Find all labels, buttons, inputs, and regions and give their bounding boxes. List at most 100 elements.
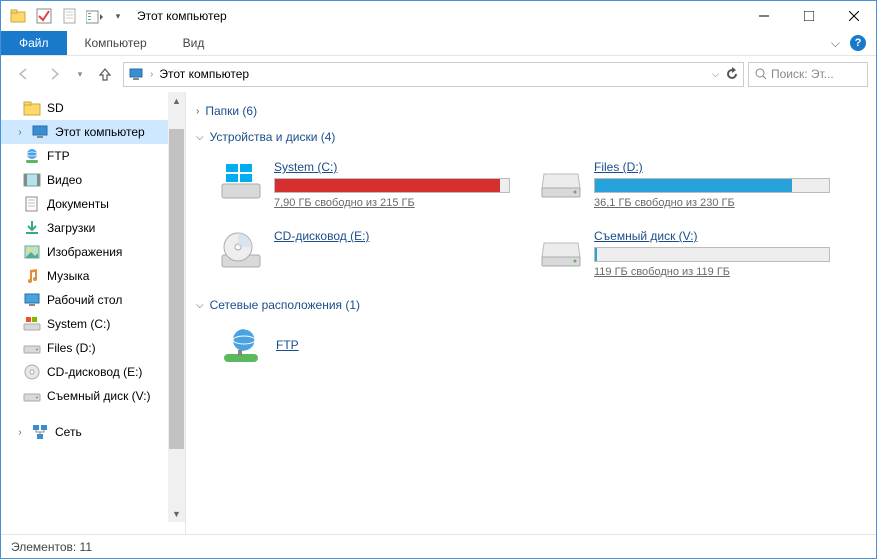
- sidebar-item[interactable]: › Сеть: [1, 420, 185, 444]
- forward-button[interactable]: [41, 60, 69, 88]
- quick-access-toolbar: ▾: [7, 5, 125, 27]
- properties-icon[interactable]: [85, 5, 107, 27]
- content-area: SD›Этот компьютерFTPВидеоДокументыЗагруз…: [1, 92, 876, 534]
- network-item[interactable]: FTP: [220, 324, 866, 366]
- group-header-folders[interactable]: › Папки (6): [196, 98, 866, 124]
- desktop-icon: [23, 291, 41, 309]
- recent-dropdown-icon[interactable]: ▾: [73, 60, 87, 88]
- sidebar-item-label: Files (D:): [47, 341, 96, 355]
- up-button[interactable]: [91, 60, 119, 88]
- folder-icon: [7, 5, 29, 27]
- group-header-drives[interactable]: ⌵ Устройства и диски (4): [196, 124, 866, 150]
- group-label: Папки (6): [205, 104, 257, 118]
- video-icon: [23, 171, 41, 189]
- refresh-icon[interactable]: [725, 67, 739, 81]
- maximize-button[interactable]: [786, 2, 831, 31]
- address-box[interactable]: › Этот компьютер ⌵: [123, 62, 744, 87]
- sidebar-item[interactable]: Files (D:): [1, 336, 185, 360]
- drive-free-text: 119 ГБ свободно из 119 ГБ: [594, 266, 830, 278]
- sidebar-item[interactable]: › Этот компьютер: [1, 120, 185, 144]
- breadcrumb[interactable]: Этот компьютер: [159, 67, 249, 81]
- drive-item[interactable]: CD-дисковод (E:): [220, 229, 510, 278]
- music-icon: [23, 267, 41, 285]
- drive-icon: [23, 387, 41, 405]
- sidebar-item[interactable]: Съемный диск (V:): [1, 384, 185, 408]
- cd-icon: [220, 229, 262, 271]
- downloads-icon: [23, 219, 41, 237]
- sidebar-item[interactable]: CD-дисковод (E:): [1, 360, 185, 384]
- checkbox-icon[interactable]: [33, 5, 55, 27]
- sidebar-item-label: Изображения: [47, 245, 122, 259]
- qat-dropdown-icon[interactable]: ▾: [111, 5, 125, 27]
- expand-icon[interactable]: ›: [15, 427, 25, 438]
- sidebar-item-label: Сеть: [55, 425, 82, 439]
- chevron-down-icon: ⌵: [196, 300, 204, 311]
- search-placeholder: Поиск: Эт...: [771, 67, 834, 81]
- tab-view[interactable]: Вид: [165, 31, 223, 55]
- sidebar-item[interactable]: FTP: [1, 144, 185, 168]
- cd-icon: [23, 363, 41, 381]
- window-controls: [741, 2, 876, 31]
- drive-win-icon: [23, 315, 41, 333]
- images-icon: [23, 243, 41, 261]
- drive-usage-bar: [274, 178, 510, 193]
- main-pane: › Папки (6) ⌵ Устройства и диски (4) Sys…: [186, 92, 876, 534]
- sidebar-item-label: System (C:): [47, 317, 110, 331]
- sidebar-item-label: Этот компьютер: [55, 125, 145, 139]
- scroll-up-icon[interactable]: ▲: [172, 92, 181, 109]
- ftp-icon: [220, 324, 262, 366]
- group-label: Устройства и диски (4): [210, 130, 336, 144]
- sidebar-item[interactable]: System (C:): [1, 312, 185, 336]
- sidebar-item[interactable]: SD: [1, 96, 185, 120]
- docs-icon: [23, 195, 41, 213]
- network-icon: [31, 423, 49, 441]
- address-dropdown-icon[interactable]: ⌵: [712, 69, 719, 80]
- sidebar-item-label: Музыка: [47, 269, 89, 283]
- group-label: Сетевые расположения (1): [210, 298, 360, 312]
- ribbon-tabs: Файл Компьютер Вид ⌵ ?: [1, 31, 876, 56]
- pc-icon: [31, 123, 49, 141]
- drive-item[interactable]: System (C:) 7,90 ГБ свободно из 215 ГБ: [220, 160, 510, 209]
- drive-win-icon: [220, 160, 262, 202]
- sidebar-item[interactable]: Изображения: [1, 240, 185, 264]
- sidebar-item[interactable]: Документы: [1, 192, 185, 216]
- sidebar-scrollbar[interactable]: ▲ ▼: [168, 92, 185, 522]
- drive-name: Съемный диск (V:): [594, 229, 830, 243]
- drive-name: System (C:): [274, 160, 510, 174]
- search-input[interactable]: Поиск: Эт...: [748, 62, 868, 87]
- tab-computer[interactable]: Компьютер: [67, 31, 165, 55]
- doc-icon[interactable]: [59, 5, 81, 27]
- window-title: Этот компьютер: [137, 9, 227, 23]
- sidebar-item[interactable]: Рабочий стол: [1, 288, 185, 312]
- group-header-network[interactable]: ⌵ Сетевые расположения (1): [196, 292, 866, 318]
- sidebar-item-label: CD-дисковод (E:): [47, 365, 142, 379]
- chevron-right-icon[interactable]: ›: [150, 69, 153, 80]
- minimize-button[interactable]: [741, 2, 786, 31]
- sidebar-item[interactable]: Видео: [1, 168, 185, 192]
- status-text: Элементов: 11: [11, 540, 92, 554]
- sidebar-item-label: SD: [47, 101, 64, 115]
- close-button[interactable]: [831, 2, 876, 31]
- expand-icon[interactable]: ›: [15, 127, 25, 138]
- drive-item[interactable]: Съемный диск (V:) 119 ГБ свободно из 119 …: [540, 229, 830, 278]
- address-bar: ▾ › Этот компьютер ⌵ Поиск: Эт...: [1, 56, 876, 92]
- sidebar-item[interactable]: Музыка: [1, 264, 185, 288]
- chevron-down-icon: ⌵: [196, 132, 204, 143]
- sidebar-item-label: Съемный диск (V:): [47, 389, 151, 403]
- drive-item[interactable]: Files (D:)36,1 ГБ свободно из 230 ГБ: [540, 160, 830, 209]
- pc-icon: [128, 66, 144, 82]
- tab-file[interactable]: Файл: [1, 31, 67, 55]
- sidebar-item-label: Документы: [47, 197, 109, 211]
- drive-icon: [23, 339, 41, 357]
- status-bar: Элементов: 11: [1, 534, 876, 558]
- scroll-down-icon[interactable]: ▼: [172, 505, 181, 522]
- network-locations: FTP: [196, 318, 866, 376]
- scroll-thumb[interactable]: [169, 129, 184, 449]
- drive-free-text: 7,90 ГБ свободно из 215 ГБ: [274, 197, 510, 209]
- drive-name: CD-дисковод (E:): [274, 229, 510, 243]
- ribbon-collapse-icon[interactable]: ⌵: [831, 36, 840, 51]
- help-icon[interactable]: ?: [850, 35, 866, 51]
- back-button[interactable]: [9, 60, 37, 88]
- drive-name: Files (D:): [594, 160, 830, 174]
- sidebar-item[interactable]: Загрузки: [1, 216, 185, 240]
